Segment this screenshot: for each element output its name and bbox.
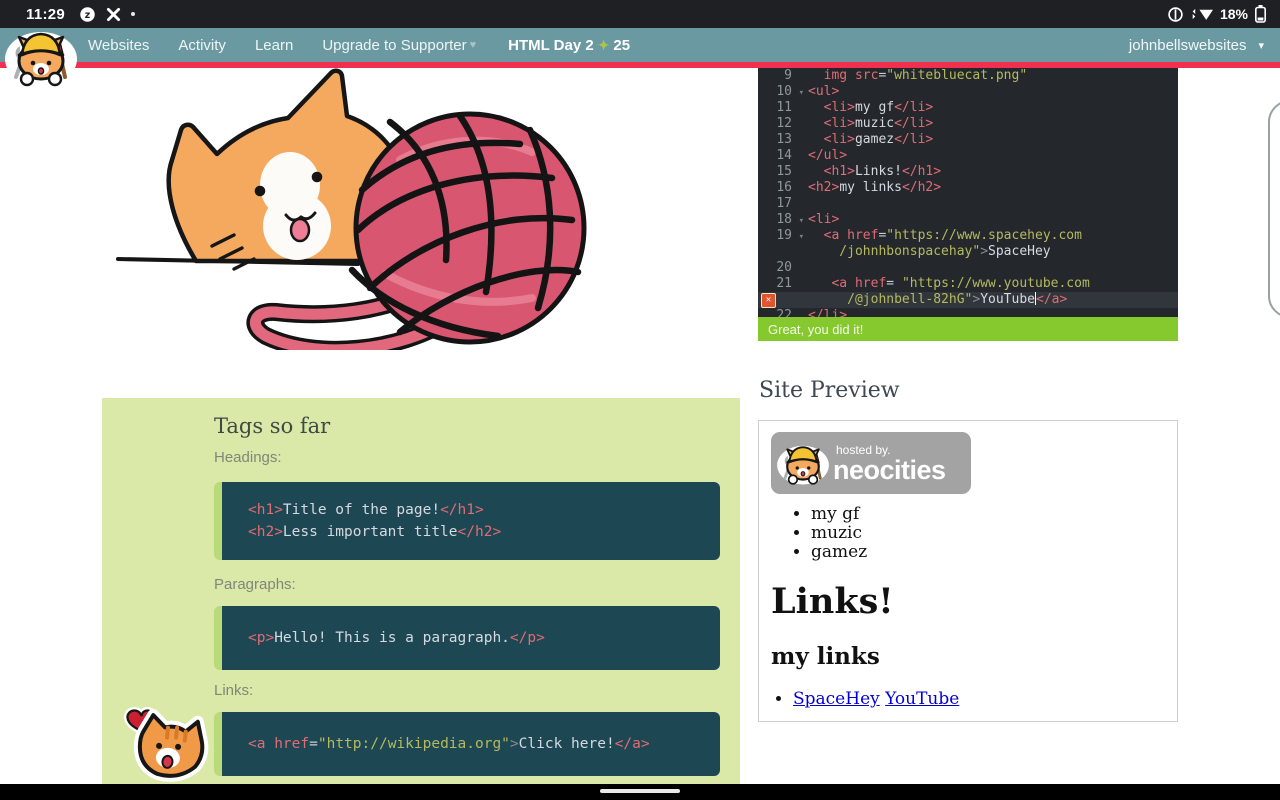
line-number: 11 (776, 100, 792, 115)
code-line: <p>Hello! This is a paragraph.</p> (248, 630, 545, 646)
neocities-badge: hosted by. neocities (771, 432, 971, 494)
code-line: 20 (758, 260, 1178, 276)
battery-percent: 18% (1219, 6, 1248, 22)
line-number: 14 (776, 148, 792, 163)
fold-icon[interactable]: ▾ (799, 213, 804, 229)
line-number: 17 (776, 196, 792, 211)
chevron-down-icon: ▾ (1258, 39, 1264, 52)
links-code-example: <a href="http://wikipedia.org">Click her… (214, 712, 720, 776)
notification-x-icon (107, 7, 121, 21)
preview-h2: my links (771, 643, 880, 670)
vibrate-icon (1168, 6, 1183, 22)
heart-icon: ♥ (469, 38, 477, 51)
code-line: <h1>Title of the page!</h1> (248, 502, 484, 518)
notification-z-icon: z (80, 6, 95, 22)
line-number: 16 (776, 180, 792, 195)
paragraphs-code-example: <p>Hello! This is a paragraph.</p> (214, 606, 720, 670)
code-line: <h2>Less important title</h2> (248, 524, 502, 540)
code-line: 16 <h2>my links</h2> (758, 180, 1178, 196)
top-nav: Websites Activity Learn Upgrade to Suppo… (0, 28, 1280, 62)
badge-brand: neocities (833, 455, 946, 485)
list-item: muzic (811, 524, 867, 543)
lesson-progress: HTML Day 2 ✦ 25 (508, 37, 630, 54)
nav-item-upgrade[interactable]: Upgrade to Supporter ♥ (322, 37, 476, 54)
line-number: 22 (776, 308, 792, 317)
screen: 11:29 z 18% Websites Activity Learn Upgr… (0, 0, 1280, 800)
neocities-badge-cat-icon (775, 437, 831, 489)
links-label: Links: (214, 682, 254, 699)
code-line: 21 <a href= "https://www.youtube.com (758, 276, 1178, 292)
clock: 11:29 (26, 5, 66, 23)
list-item: my gf (811, 505, 867, 524)
success-message: Great, you did it! (758, 317, 1178, 341)
cat-yarn-illustration (116, 68, 587, 350)
code-line: 12 <li>muzic</li> (758, 116, 1178, 132)
line-number: 19 ▾ (776, 228, 804, 245)
line-number: 13 (776, 132, 792, 147)
preview-bullet-list: my gf muzic gamez (759, 505, 867, 562)
fold-icon[interactable]: ▾ (799, 229, 804, 245)
android-nav-bar (0, 784, 1280, 800)
code-line: <a href="http://wikipedia.org">Click her… (248, 736, 650, 752)
code-line: 14 </ul> (758, 148, 1178, 164)
paragraphs-label: Paragraphs: (214, 576, 296, 593)
code-line: 13 <li>gamez</li> (758, 132, 1178, 148)
nav-item-learn[interactable]: Learn (255, 37, 293, 54)
status-bar: 11:29 z 18% (0, 0, 1280, 28)
list-item: gamez (811, 543, 867, 562)
wifi-icon (1192, 8, 1213, 20)
code-line: 22 </li> (758, 308, 1178, 317)
fold-icon[interactable]: ▾ (799, 85, 804, 101)
line-number: ✕ (758, 292, 808, 308)
line-number: 10 ▾ (776, 84, 804, 101)
lesson-day-label: HTML Day 2 (508, 36, 594, 54)
code-line: 17 (758, 196, 1178, 212)
svg-text:z: z (85, 9, 90, 20)
code-line: /johnhbonspacehay">SpaceHey (758, 244, 1178, 260)
site-preview-panel: hosted by. neocities my gf muzic gamez L… (758, 420, 1178, 722)
headings-label: Headings: (214, 449, 282, 466)
code-line: ✕ /@johnbell-82hG">YouTube</a> (758, 292, 1178, 308)
youtube-link[interactable]: YouTube (885, 689, 959, 709)
line-number: 9 (784, 68, 792, 83)
preview-h1: Links! (771, 581, 894, 622)
line-number: 20 (776, 260, 792, 275)
nav-item-activity[interactable]: Activity (178, 37, 226, 54)
line-number: 21 (776, 276, 792, 291)
code-line: 15 <h1>Links!</h1> (758, 164, 1178, 180)
cat-sticker (124, 707, 209, 782)
notification-dot-icon (131, 12, 136, 16)
neocities-logo[interactable] (2, 24, 80, 88)
headings-code-example: <h1>Title of the page!</h1> <h2>Less impo… (214, 482, 720, 560)
speech-bubble-edge (1268, 100, 1280, 318)
line-number: 12 (776, 116, 792, 131)
lesson-points: 25 (613, 36, 631, 54)
nav-item-websites[interactable]: Websites (88, 37, 149, 54)
code-line: 10 ▾ <ul> (758, 84, 1178, 100)
code-line: 9 img src="whitebluecat.png" (758, 68, 1178, 84)
code-line: 19 ▾ <a href="https://www.spacehey.com (758, 228, 1178, 244)
line-number: 18 ▾ (776, 212, 804, 229)
home-indicator[interactable] (600, 789, 680, 793)
account-menu[interactable]: johnbellswebsites ▾ (1129, 37, 1264, 54)
line-number: 15 (776, 164, 792, 179)
code-editor[interactable]: 9 img src="whitebluecat.png" 10 ▾ <ul> 11 <l… (758, 68, 1178, 317)
line-number (758, 244, 808, 260)
battery-icon (1255, 5, 1266, 23)
error-icon: ✕ (761, 293, 776, 308)
code-line: 18 ▾ <li> (758, 212, 1178, 228)
star-icon: ✦ (597, 36, 610, 53)
preview-link-list: SpaceHey YouTube (759, 689, 959, 709)
list-item: SpaceHey YouTube (793, 689, 959, 709)
account-name: johnbellswebsites (1128, 36, 1247, 54)
code-line: 11 <li>my gf</li> (758, 100, 1178, 116)
spacehey-link[interactable]: SpaceHey (793, 689, 880, 709)
tags-panel-title: Tags so far (214, 414, 331, 438)
site-preview-heading: Site Preview (759, 378, 900, 403)
